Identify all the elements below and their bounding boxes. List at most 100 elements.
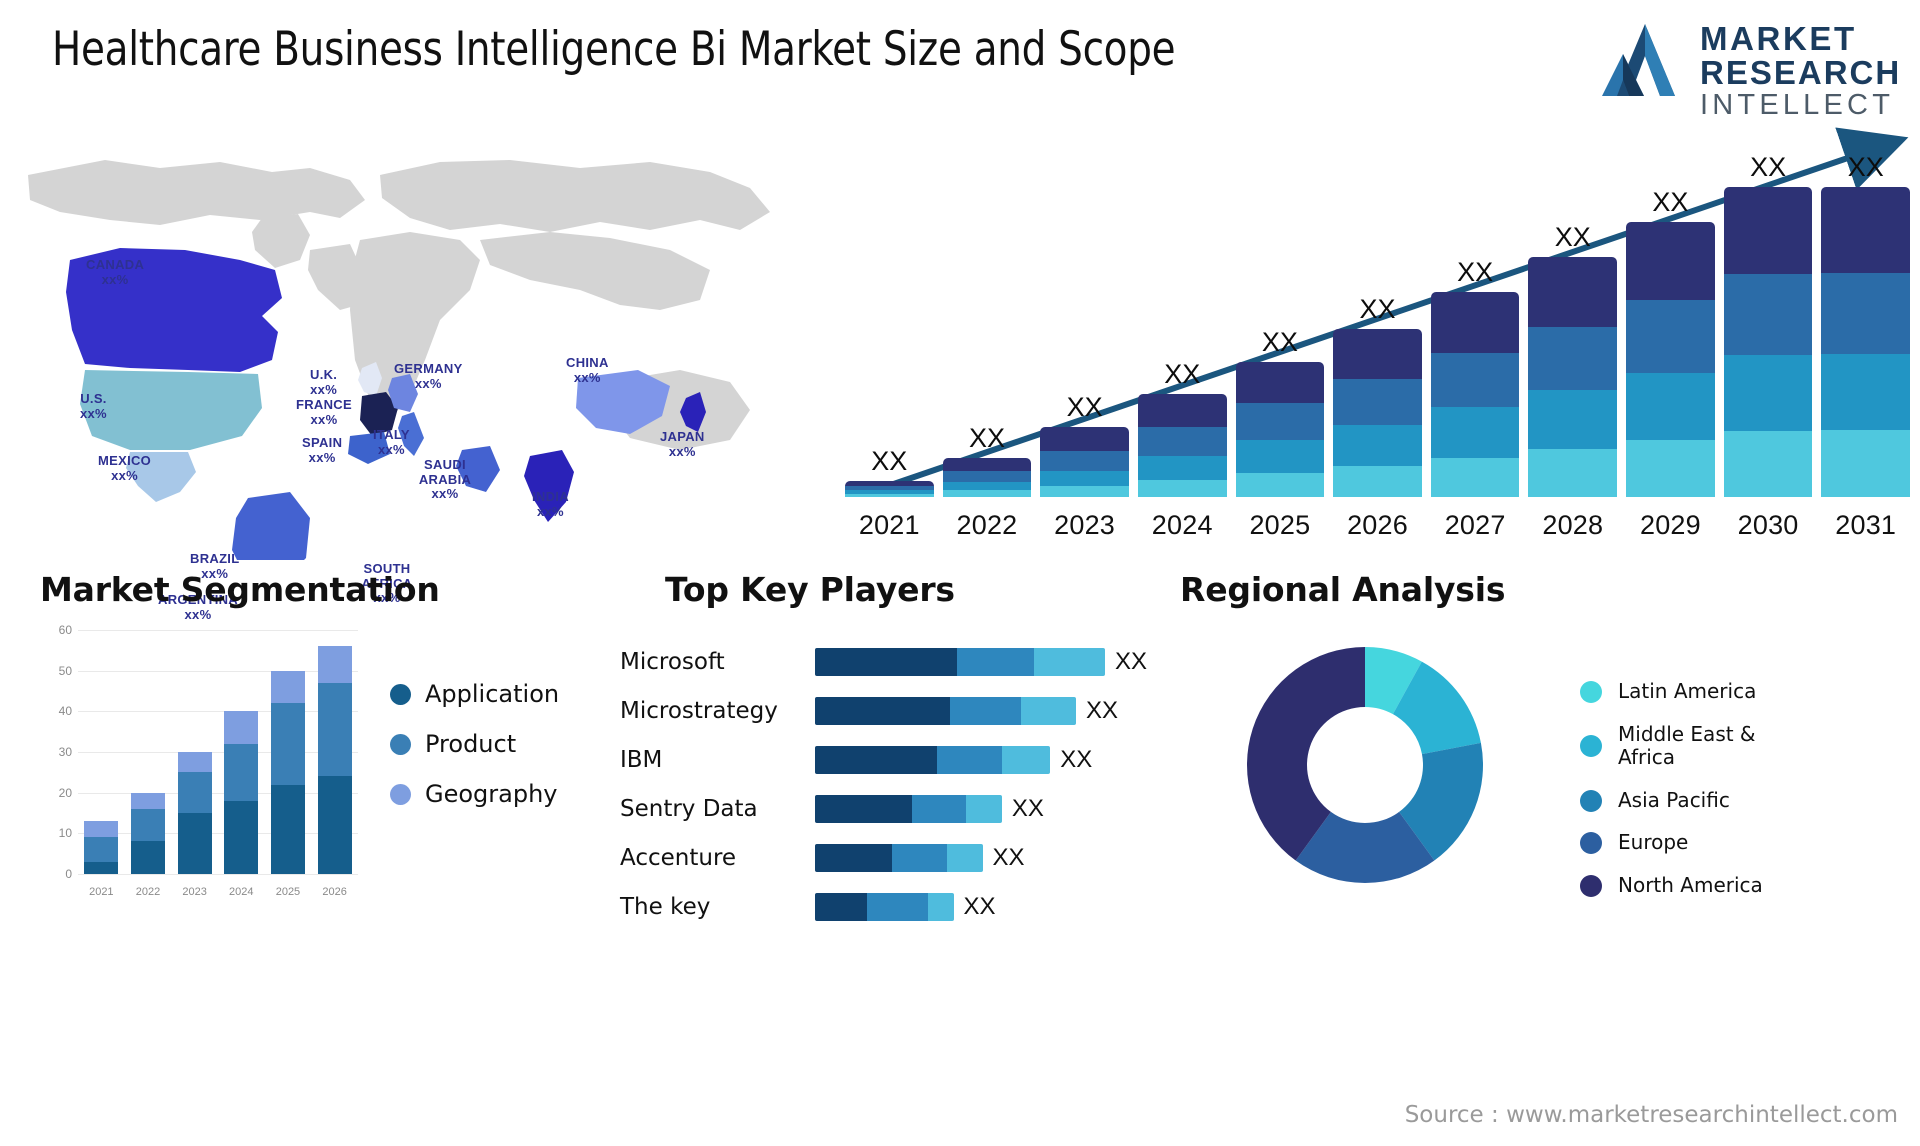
player-bar-segment: [815, 844, 893, 872]
logo-line-research: RESEARCH: [1700, 53, 1902, 91]
player-stacked-bar: [815, 893, 954, 921]
growth-bars: XX XX XX XX XX XX XX XX XX XX XX: [845, 152, 1911, 497]
regional-legend-item[interactable]: Europe: [1580, 831, 1808, 855]
growth-bar-segment: [1821, 430, 1911, 497]
player-row: Microsoft XX: [620, 642, 1160, 682]
segmentation-x-tick: 2022: [135, 886, 161, 898]
segmentation-bar-segment: [270, 784, 305, 874]
growth-bar-segment: [1430, 291, 1520, 353]
segmentation-legend-item[interactable]: Product: [390, 730, 559, 758]
segmentation-legend-item[interactable]: Application: [390, 680, 559, 708]
player-value-label: XX: [992, 844, 1025, 871]
growth-bar-segment: [942, 481, 1032, 491]
segmentation-bar-segment: [177, 813, 212, 874]
legend-dot-icon: [1580, 680, 1602, 703]
growth-bar-segment: [1821, 273, 1911, 354]
growth-bar-value-label: XX: [1457, 256, 1494, 287]
regional-legend: Latin America Middle East & Africa Asia Pa…: [1580, 679, 1808, 917]
players-list: Microsoft XX Microstrategy XX IBM XX Sentry Da…: [620, 642, 1160, 936]
brand-logo: MARKET RESEARCH INTELLECT: [1598, 16, 1899, 121]
regional-legend-item[interactable]: North America: [1580, 873, 1808, 898]
player-value-label: XX: [963, 893, 996, 920]
growth-bar-segment: [1723, 355, 1813, 432]
growth-bar-value-label: XX: [1554, 221, 1591, 252]
growth-year-label: 2027: [1444, 510, 1506, 540]
segmentation-bar-segment: [84, 861, 119, 874]
segmentation-y-tick: 0: [65, 867, 72, 881]
segmentation-y-tick: 40: [58, 704, 72, 719]
regional-legend-label: Latin America: [1618, 679, 1757, 703]
growth-year-label: 2026: [1347, 510, 1408, 540]
segmentation-legend-label: Geography: [425, 780, 558, 808]
player-bar-segment: [1034, 648, 1105, 676]
growth-bar-segment: [942, 490, 1032, 497]
growth-bar-segment: [1235, 440, 1325, 473]
player-stacked-bar: [815, 746, 1051, 774]
growth-bar-segment: [1723, 274, 1813, 356]
growth-year-label: 2023: [1054, 510, 1116, 540]
player-name: Microstrategy: [620, 698, 778, 724]
player-name: IBM: [620, 747, 663, 773]
growth-bar-segment: [1040, 486, 1129, 497]
growth-bar-segment: [1137, 394, 1227, 428]
growth-stacked-bar: [1723, 187, 1813, 497]
growth-bar-segment: [1723, 431, 1813, 497]
segmentation-gridline: [78, 874, 358, 875]
map-label-spain: SPAIN xx%: [302, 435, 343, 465]
segmentation-legend-label: Product: [425, 730, 517, 758]
map-label-france: FRANCE xx%: [296, 397, 352, 427]
player-stacked-bar: [815, 844, 983, 872]
segmentation-legend-item[interactable]: Geography: [390, 780, 559, 808]
map-label-saudi-arabia: SAUDI ARABIA xx%: [418, 457, 472, 502]
growth-stacked-bar: [1040, 427, 1129, 497]
growth-bar-value-label: XX: [1847, 152, 1884, 182]
player-bar-segment: [866, 893, 928, 921]
legend-dot-icon: [390, 683, 411, 705]
regional-legend-item[interactable]: Latin America: [1580, 679, 1808, 704]
regional-legend-item[interactable]: Middle East & Africa: [1580, 722, 1808, 770]
growth-bar-segment: [1235, 361, 1325, 404]
segmentation-bar: [177, 752, 212, 874]
growth-year-label: 2028: [1542, 510, 1604, 540]
growth-bar-segment: [1528, 256, 1618, 327]
growth-bar-segment: [1626, 300, 1715, 373]
player-row: The key XX: [620, 887, 1160, 927]
player-value-label: XX: [1086, 697, 1119, 724]
growth-bar-group: XX: [1528, 152, 1618, 497]
growth-bar-group: XX: [1235, 152, 1325, 497]
regional-donut-chart: [1247, 647, 1483, 883]
source-note: Source : www.marketresearchintellect.com: [1404, 1102, 1898, 1128]
player-bar-segment: [956, 648, 1035, 676]
segmentation-bar-segment: [177, 752, 212, 773]
growth-bar-value-label: XX: [968, 422, 1005, 453]
segmentation-bar: [130, 792, 165, 874]
player-bar-segment: [815, 648, 957, 676]
segmentation-bar: [84, 821, 119, 874]
growth-year-label: 2021: [858, 510, 920, 540]
country-us: [80, 370, 262, 450]
map-label-uk: U.K. xx%: [310, 367, 338, 397]
regional-legend-label: Europe: [1618, 830, 1689, 855]
player-row: IBM XX: [620, 740, 1160, 780]
growth-bar-value-label: XX: [1652, 186, 1689, 217]
growth-bar-segment: [942, 457, 1032, 471]
growth-bar-segment: [1333, 379, 1422, 425]
segmentation-x-tick: 2026: [322, 886, 347, 898]
player-name: Sentry Data: [620, 796, 758, 822]
growth-bar-group: XX: [1430, 152, 1520, 497]
growth-bar-segment: [942, 470, 1032, 482]
growth-bar-segment: [1040, 451, 1129, 471]
player-value-label: XX: [1115, 648, 1148, 675]
growth-year-label: 2031: [1835, 510, 1897, 540]
growth-stacked-bar: [942, 457, 1032, 497]
growth-bar-segment: [1137, 479, 1227, 497]
growth-year-label: 2024: [1151, 510, 1213, 540]
logo-wordmark: MARKET RESEARCH INTELLECT: [1700, 22, 1901, 122]
segmentation-bar-segment: [177, 772, 212, 813]
growth-bar-segment: [1528, 326, 1618, 390]
growth-year-axis: 2021 2022 2023 2024 2025 2026 2027 2028 2029 2030…: [845, 510, 1910, 541]
segmentation-bar-segment: [130, 808, 165, 842]
regional-legend-item[interactable]: Asia Pacific: [1580, 788, 1808, 813]
player-bar-segment: [947, 844, 983, 872]
segmentation-bar-segment: [270, 670, 305, 704]
